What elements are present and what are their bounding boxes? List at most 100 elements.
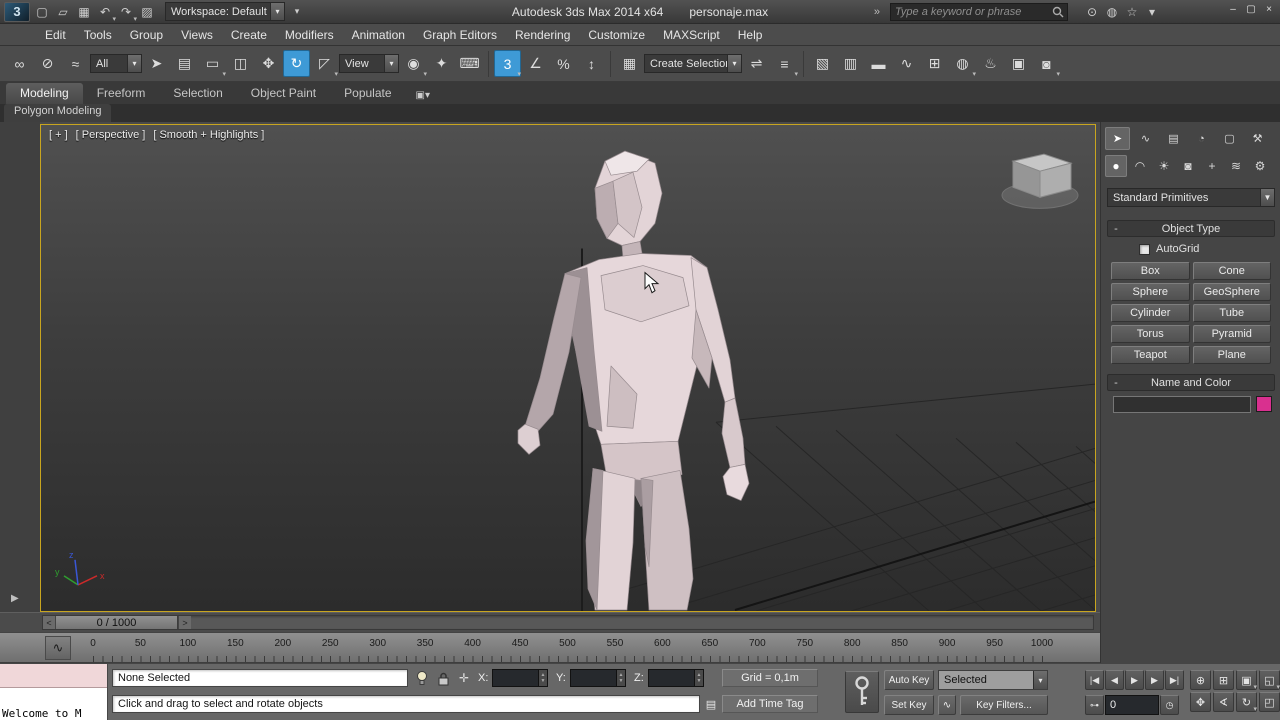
previous-frame-arrow[interactable]: < (43, 616, 56, 629)
material-editor-dropdown-arrow[interactable]: ▾ (972, 70, 976, 78)
pan-button[interactable]: ✥ (1190, 692, 1211, 712)
mirror[interactable]: ⇌ (743, 50, 770, 77)
hierarchy-tab[interactable]: ▤ (1161, 127, 1186, 150)
toolbar-overflow-chevron[interactable]: » (874, 6, 880, 18)
reference-coordinate-system-arrow[interactable]: ▾ (384, 55, 398, 72)
auto-key-button[interactable]: Auto Key (884, 670, 934, 690)
named-selection-sets[interactable]: Create Selection Set▾ (644, 54, 742, 73)
save-file-button[interactable]: ▦ (74, 3, 94, 21)
primitive-category-dropdown[interactable]: Standard Primitives ▼ (1107, 188, 1275, 207)
track-bar[interactable]: ∿ 0 50 100 150 200 250 300 350 400 450 500 550 600 65… (0, 632, 1100, 663)
listener-pane[interactable]: Welcome to M (0, 688, 107, 720)
render-setup[interactable]: ♨ (977, 50, 1004, 77)
spinner-icon[interactable]: ▲ ▼ (616, 670, 625, 686)
go-to-end-button[interactable]: ▶| (1165, 670, 1184, 690)
key-filters-button[interactable]: Key Filters... (960, 695, 1048, 715)
selection-region[interactable]: ▭ ▾ (199, 50, 226, 78)
material-editor[interactable]: ◍ ▾ (949, 50, 976, 78)
select-and-manipulate[interactable]: ✦ (428, 50, 455, 77)
open-file-button[interactable]: ▱ (53, 3, 73, 21)
absolute-offset-mode-icon[interactable]: ✛ (455, 669, 473, 687)
time-slider-handle[interactable]: 0 / 1000 (56, 616, 178, 629)
orbit-button[interactable]: ↻ ▾ (1236, 692, 1257, 713)
selection-region-dropdown-arrow[interactable]: ▾ (222, 70, 226, 78)
snaps-toggle[interactable]: 3 ▾ (494, 50, 521, 78)
display-tab[interactable]: ▢ (1217, 127, 1242, 150)
spinner-snap-toggle[interactable]: ↕ (578, 50, 605, 77)
collapse-icon[interactable]: - (1108, 223, 1124, 235)
primitive-cone-button[interactable]: Cone (1192, 262, 1271, 280)
set-keys-button[interactable] (845, 671, 879, 713)
motion-tab[interactable]: ◔ (1189, 127, 1214, 150)
primitive-tube-button[interactable]: Tube (1192, 304, 1271, 322)
infocenter-search-button[interactable]: ⊙ (1082, 3, 1102, 21)
align-dropdown-arrow[interactable]: ▾ (794, 70, 798, 78)
communication-center-button[interactable]: ◍ (1102, 3, 1122, 21)
shapes-category[interactable]: ◠ (1129, 155, 1151, 177)
collapse-icon[interactable]: - (1108, 377, 1124, 389)
helpers-category[interactable]: + (1201, 155, 1223, 177)
primitive-pyramid-button[interactable]: Pyramid (1192, 325, 1271, 343)
set-key-mode-button[interactable]: Set Key (884, 695, 934, 715)
selection-filter-arrow[interactable]: ▾ (127, 55, 141, 72)
zoom-region-button-dropdown-arrow[interactable]: ▾ (1276, 683, 1280, 691)
curve-editor[interactable]: ∿ (893, 50, 920, 77)
time-slider-track[interactable]: < 0 / 1000 > (42, 615, 1094, 630)
menu-modifiers[interactable]: Modifiers (276, 24, 343, 46)
rendered-frame-window[interactable]: ▣ (1005, 50, 1032, 77)
keyboard-shortcut-override[interactable]: ⌨ (456, 50, 483, 77)
maxscript-mini-listener[interactable]: Welcome to M (0, 664, 108, 720)
x-coordinate-field[interactable]: ▲ ▼ (492, 669, 548, 687)
default-tangents-button[interactable]: ∿ (938, 695, 956, 715)
toggle-layer-explorer[interactable]: ▥ (837, 50, 864, 77)
named-selection-sets-arrow[interactable]: ▾ (727, 55, 741, 72)
align[interactable]: ≡ ▾ (771, 50, 798, 79)
zoom-button[interactable]: ⊕ (1190, 670, 1211, 690)
search-input[interactable] (891, 6, 1051, 18)
previous-frame-button[interactable]: ◀ (1105, 670, 1124, 690)
unlink-selection[interactable]: ⊘ (34, 50, 61, 77)
ribbon-tab-object-paint[interactable]: Object Paint (237, 83, 330, 104)
menu-group[interactable]: Group (121, 24, 172, 46)
select-and-scale-dropdown-arrow[interactable]: ▾ (334, 70, 338, 78)
orbit-button-dropdown-arrow[interactable]: ▾ (1253, 705, 1257, 713)
character-mesh[interactable] (517, 150, 750, 611)
add-time-tag[interactable]: Add Time Tag (722, 695, 818, 713)
use-pivot-point-center[interactable]: ◉ ▾ (400, 50, 427, 78)
redo-button[interactable]: ↷ ▾ (116, 3, 137, 23)
snaps-toggle-dropdown-arrow[interactable]: ▾ (517, 70, 521, 78)
field-of-view-button[interactable]: ∢ (1213, 692, 1234, 712)
current-frame-field[interactable]: 0 (1105, 695, 1159, 715)
status-panel-toggle-icon[interactable]: ▤ (702, 695, 720, 713)
isolate-selection-icon[interactable] (413, 669, 431, 687)
toggle-scene-explorer[interactable]: ▧ (809, 50, 836, 77)
object-name-field[interactable] (1113, 396, 1251, 413)
lights-category[interactable]: ☀ (1153, 155, 1175, 177)
space-warps-category[interactable]: ≋ (1225, 155, 1247, 177)
selection-filter[interactable]: All ▾ (90, 54, 142, 73)
angle-snap-toggle[interactable]: ∠ (522, 50, 549, 77)
name-and-color-rollout-header[interactable]: - Name and Color (1107, 374, 1275, 391)
render-production-dropdown-arrow[interactable]: ▾ (1056, 70, 1060, 78)
select-and-link[interactable]: ∞ (6, 50, 33, 77)
viewport-menu-shading[interactable]: [ Smooth + Highlights ] (153, 129, 264, 141)
y-coordinate-field[interactable]: ▲ ▼ (570, 669, 626, 687)
zoom-extents-button[interactable]: ▣ ▾ (1236, 670, 1257, 691)
select-and-scale[interactable]: ◸ ▾ (311, 50, 338, 78)
chevron-down-icon[interactable]: ▾ (270, 3, 284, 20)
schematic-view[interactable]: ⊞ (921, 50, 948, 77)
render-production[interactable]: ◙ ▾ (1033, 50, 1060, 79)
window-crossing[interactable]: ◫ (227, 50, 254, 77)
zoom-extents-button-dropdown-arrow[interactable]: ▾ (1253, 683, 1257, 691)
menu-maxscript[interactable]: MAXScript (654, 24, 729, 46)
zoom-all-button[interactable]: ⊞ (1213, 670, 1234, 690)
use-pivot-point-center-dropdown-arrow[interactable]: ▾ (423, 70, 427, 78)
spinner-icon[interactable]: ▲ ▼ (538, 670, 547, 686)
menu-help[interactable]: Help (729, 24, 772, 46)
object-type-rollout-header[interactable]: - Object Type (1107, 220, 1275, 237)
menu-rendering[interactable]: Rendering (506, 24, 579, 46)
object-color-swatch[interactable] (1256, 396, 1272, 412)
utilities-tab[interactable]: ⚒ (1245, 127, 1270, 150)
select-object[interactable]: ➤ (143, 50, 170, 77)
spinner-icon[interactable]: ▲ ▼ (694, 670, 703, 686)
